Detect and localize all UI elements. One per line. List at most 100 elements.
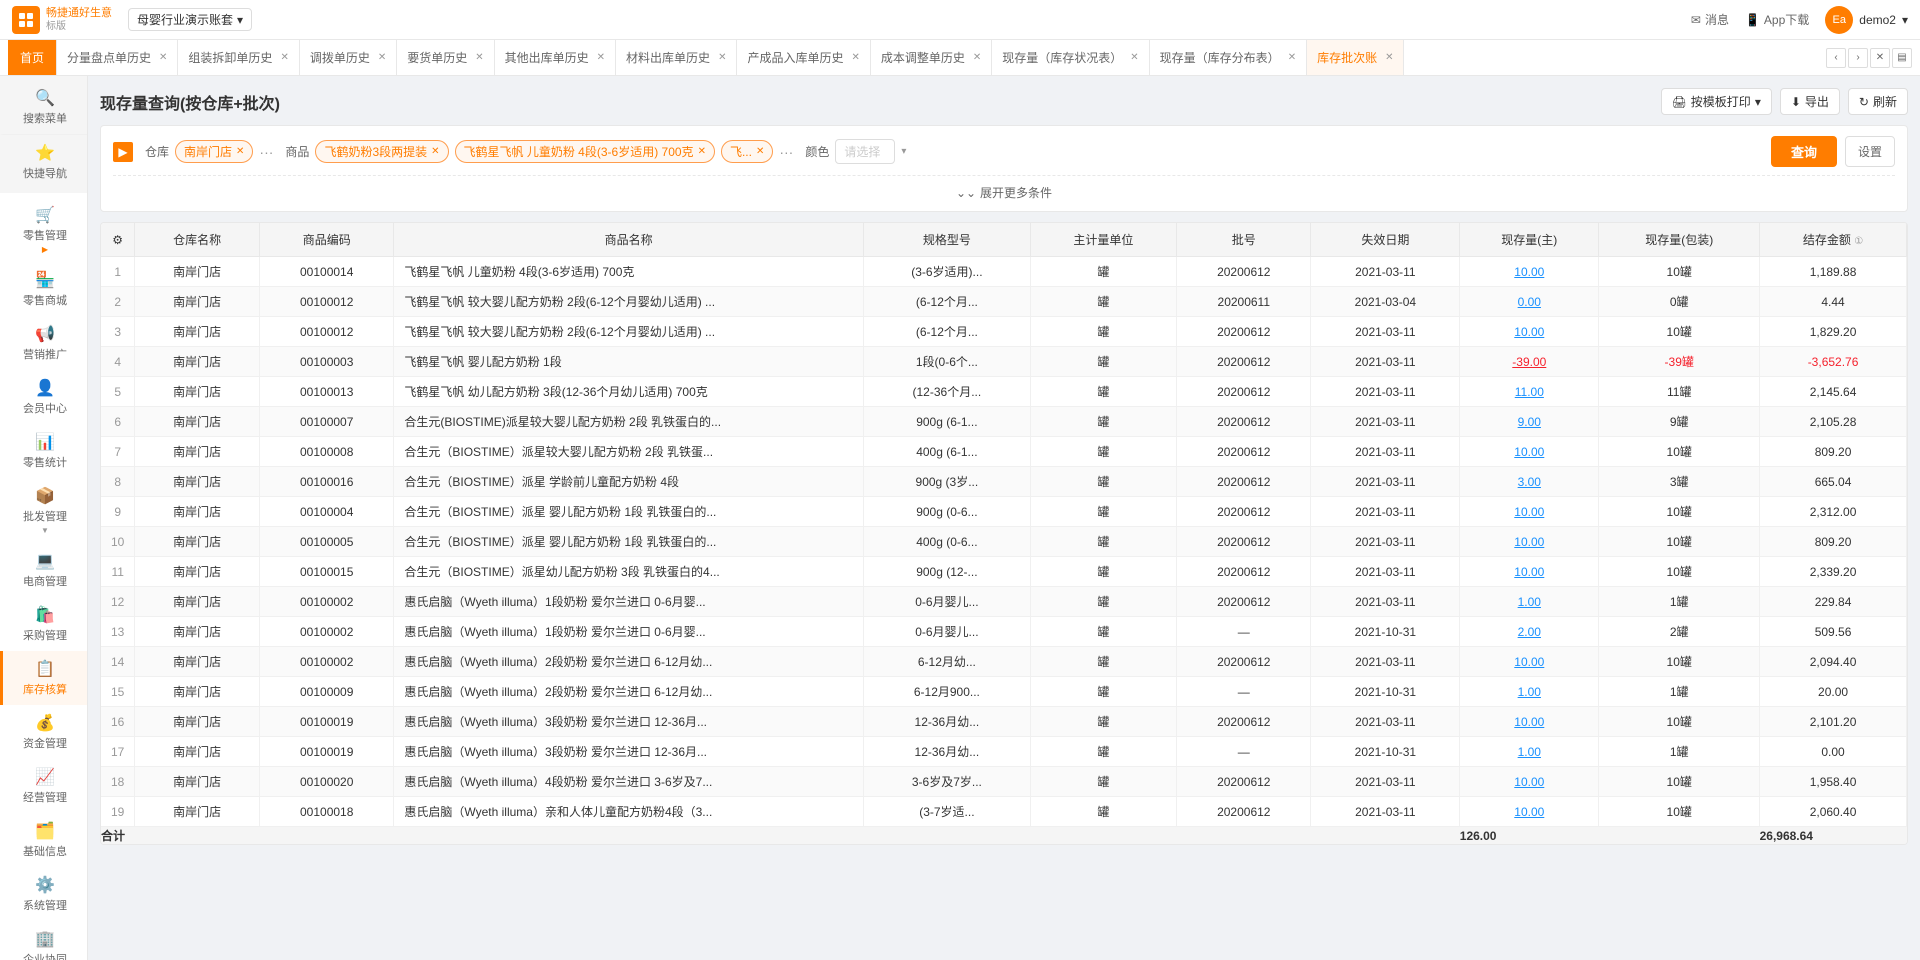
tab-menu-button[interactable]: ▤ <box>1892 48 1912 68</box>
close-icon[interactable]: ✕ <box>851 52 859 63</box>
sidebar-item-quick[interactable]: ⭐ 快捷导航 <box>0 134 87 189</box>
tab-next-button[interactable]: › <box>1848 48 1868 68</box>
remove-goods1-icon[interactable]: ✕ <box>431 146 439 157</box>
col-settings[interactable]: ⚙ <box>101 223 135 257</box>
close-icon[interactable]: ✕ <box>1130 52 1138 63</box>
close-icon[interactable]: ✕ <box>280 52 288 63</box>
user-area[interactable]: Ea demo2 ▾ <box>1825 6 1908 34</box>
remove-warehouse-icon[interactable]: ✕ <box>236 146 244 157</box>
sidebar-item-kucun[interactable]: 📋 库存核算 <box>0 651 87 705</box>
close-icon[interactable]: ✕ <box>378 52 386 63</box>
row-expire: 2021-03-11 <box>1311 767 1460 797</box>
row-warehouse: 南岸门店 <box>135 617 260 647</box>
col-code: 商品编码 <box>260 223 394 257</box>
row-qty-main[interactable]: 9.00 <box>1460 407 1599 437</box>
close-icon[interactable]: ✕ <box>1288 52 1296 63</box>
close-icon[interactable]: ✕ <box>475 52 483 63</box>
tab-fen-pan[interactable]: 分量盘点单历史 ✕ <box>57 40 178 76</box>
row-qty-main[interactable]: 11.00 <box>1460 377 1599 407</box>
tab-kucun-pihe[interactable]: 库存批次账 ✕ <box>1307 40 1404 76</box>
sidebar-item-lingst[interactable]: 📊 零售统计 <box>0 424 87 478</box>
sidebar-menu: 🛒 零售管理 ▶ 🏪 零售商城 📢 营销推广 👤 会员中心 📊 零售统计 <box>0 193 87 960</box>
row-qty-main[interactable]: 10.00 <box>1460 257 1599 287</box>
goods-tag-3[interactable]: 飞... ✕ <box>721 140 773 163</box>
row-qty-main[interactable]: 1.00 <box>1460 677 1599 707</box>
settings-button[interactable]: 设置 <box>1845 136 1895 167</box>
close-icon[interactable]: ✕ <box>597 52 605 63</box>
row-qty-main[interactable]: 2.00 <box>1460 617 1599 647</box>
close-icon[interactable]: ✕ <box>718 52 726 63</box>
sidebar-item-zijin[interactable]: 💰 资金管理 <box>0 705 87 759</box>
row-batch: — <box>1177 737 1311 767</box>
row-qty-main[interactable]: 10.00 <box>1460 437 1599 467</box>
tab-zu-chai[interactable]: 组装拆卸单历史 ✕ <box>178 40 299 76</box>
row-qty-main[interactable]: 1.00 <box>1460 587 1599 617</box>
row-amount: 4.44 <box>1760 287 1907 317</box>
print-button[interactable]: 🖨 按模板打印 ▾ <box>1661 88 1772 115</box>
tab-home[interactable]: 首页 <box>8 40 57 76</box>
sidebar-item-huiyuan[interactable]: 👤 会员中心 <box>0 370 87 424</box>
row-qty-main[interactable]: 10.00 <box>1460 497 1599 527</box>
page-header: 现存量查询(按仓库+批次) 🖨 按模板打印 ▾ ⬇ 导出 ↻ 刷新 <box>100 88 1908 115</box>
refresh-button[interactable]: ↻ 刷新 <box>1848 88 1908 115</box>
sidebar-item-caigou[interactable]: 🛍️ 采购管理 <box>0 597 87 651</box>
tab-chengben[interactable]: 成本调整单历史 ✕ <box>871 40 992 76</box>
sidebar-item-dianshang[interactable]: 💻 电商管理 <box>0 543 87 597</box>
tab-prev-button[interactable]: ‹ <box>1826 48 1846 68</box>
row-name: 合生元（BIOSTIME）派星幼儿配方奶粉 3段 乳铁蛋白的4... <box>394 557 864 587</box>
tab-xc-fenpei[interactable]: 现存量（库存分布表） ✕ <box>1150 40 1307 76</box>
row-warehouse: 南岸门店 <box>135 407 260 437</box>
tab-close-button[interactable]: ✕ <box>1870 48 1890 68</box>
row-qty-main[interactable]: 10.00 <box>1460 527 1599 557</box>
row-qty-main[interactable]: 3.00 <box>1460 467 1599 497</box>
sidebar-item-lingshoc[interactable]: 🏪 零售商城 <box>0 262 87 316</box>
sidebar-item-search[interactable]: 🔍 搜索菜单 <box>0 80 87 134</box>
row-qty-main[interactable]: 10.00 <box>1460 707 1599 737</box>
filter-row: ▶ 仓库 南岸门店 ✕ ··· 商品 飞鹤奶粉3段两提装 ✕ <box>113 136 1895 167</box>
sidebar-item-jichu[interactable]: 🗂️ 基础信息 <box>0 813 87 867</box>
row-qty-main[interactable]: -39.00 <box>1460 347 1599 377</box>
shopping-icon: 🛍️ <box>35 605 55 625</box>
row-code: 00100013 <box>260 377 394 407</box>
row-qty-main[interactable]: 1.00 <box>1460 737 1599 767</box>
expand-more-button[interactable]: ⌄⌄ 展开更多条件 <box>113 175 1895 201</box>
app-download-button[interactable]: 📱 App下载 <box>1745 11 1809 28</box>
goods-tag-2[interactable]: 飞鹤星飞帆 儿童奶粉 4段(3-6岁适用) 700克 ✕ <box>455 140 715 163</box>
remove-goods2-icon[interactable]: ✕ <box>698 146 706 157</box>
close-icon[interactable]: ✕ <box>1385 52 1393 63</box>
row-qty-main[interactable]: 10.00 <box>1460 317 1599 347</box>
remove-goods3-icon[interactable]: ✕ <box>756 146 764 157</box>
sidebar-item-yinxiao[interactable]: 📢 营销推广 <box>0 316 87 370</box>
tab-qi-ta-chu[interactable]: 其他出库单历史 ✕ <box>495 40 616 76</box>
tab-cai-liao[interactable]: 材料出库单历史 ✕ <box>616 40 737 76</box>
tab-yao-huo[interactable]: 要货单历史 ✕ <box>397 40 494 76</box>
settings-icon[interactable]: ⚙ <box>112 233 123 247</box>
row-qty-main[interactable]: 10.00 <box>1460 797 1599 827</box>
sidebar-item-lingshous[interactable]: 🛒 零售管理 ▶ <box>0 197 87 262</box>
message-button[interactable]: ✉ 消息 <box>1691 11 1729 28</box>
row-qty-main[interactable]: 10.00 <box>1460 647 1599 677</box>
sidebar-item-jingying[interactable]: 📈 经营管理 <box>0 759 87 813</box>
warehouse-tag[interactable]: 南岸门店 ✕ <box>175 140 253 163</box>
row-qty-main[interactable]: 10.00 <box>1460 767 1599 797</box>
query-button[interactable]: 查询 <box>1771 136 1837 167</box>
sidebar-item-pifa[interactable]: 📦 批发管理 ▼ <box>0 478 87 543</box>
tab-chanpin[interactable]: 产成品入库单历史 ✕ <box>737 40 870 76</box>
tab-diao-bo[interactable]: 调拨单历史 ✕ <box>300 40 397 76</box>
account-dropdown[interactable]: 母婴行业演示账套 ▾ <box>128 8 252 31</box>
warehouse-dots[interactable]: ··· <box>259 144 273 160</box>
row-qty-main[interactable]: 0.00 <box>1460 287 1599 317</box>
sidebar-item-xitong[interactable]: ⚙️ 系统管理 <box>0 867 87 921</box>
goods-tag-1[interactable]: 飞鹤奶粉3段两提装 ✕ <box>315 140 448 163</box>
tab-xc-kucun[interactable]: 现存量（库存状况表） ✕ <box>992 40 1149 76</box>
color-select[interactable]: 请选择 <box>835 139 895 164</box>
close-icon[interactable]: ✕ <box>973 52 981 63</box>
sidebar-item-qiye[interactable]: 🏢 企业协同 <box>0 921 87 960</box>
expand-arrow-button[interactable]: ▶ <box>113 142 133 162</box>
goods-dots[interactable]: ··· <box>779 144 793 160</box>
export-button[interactable]: ⬇ 导出 <box>1780 88 1840 115</box>
close-icon[interactable]: ✕ <box>159 52 167 63</box>
row-spec: 400g (0-6... <box>863 527 1030 557</box>
row-qty-main[interactable]: 10.00 <box>1460 557 1599 587</box>
row-spec: (6-12个月... <box>863 317 1030 347</box>
